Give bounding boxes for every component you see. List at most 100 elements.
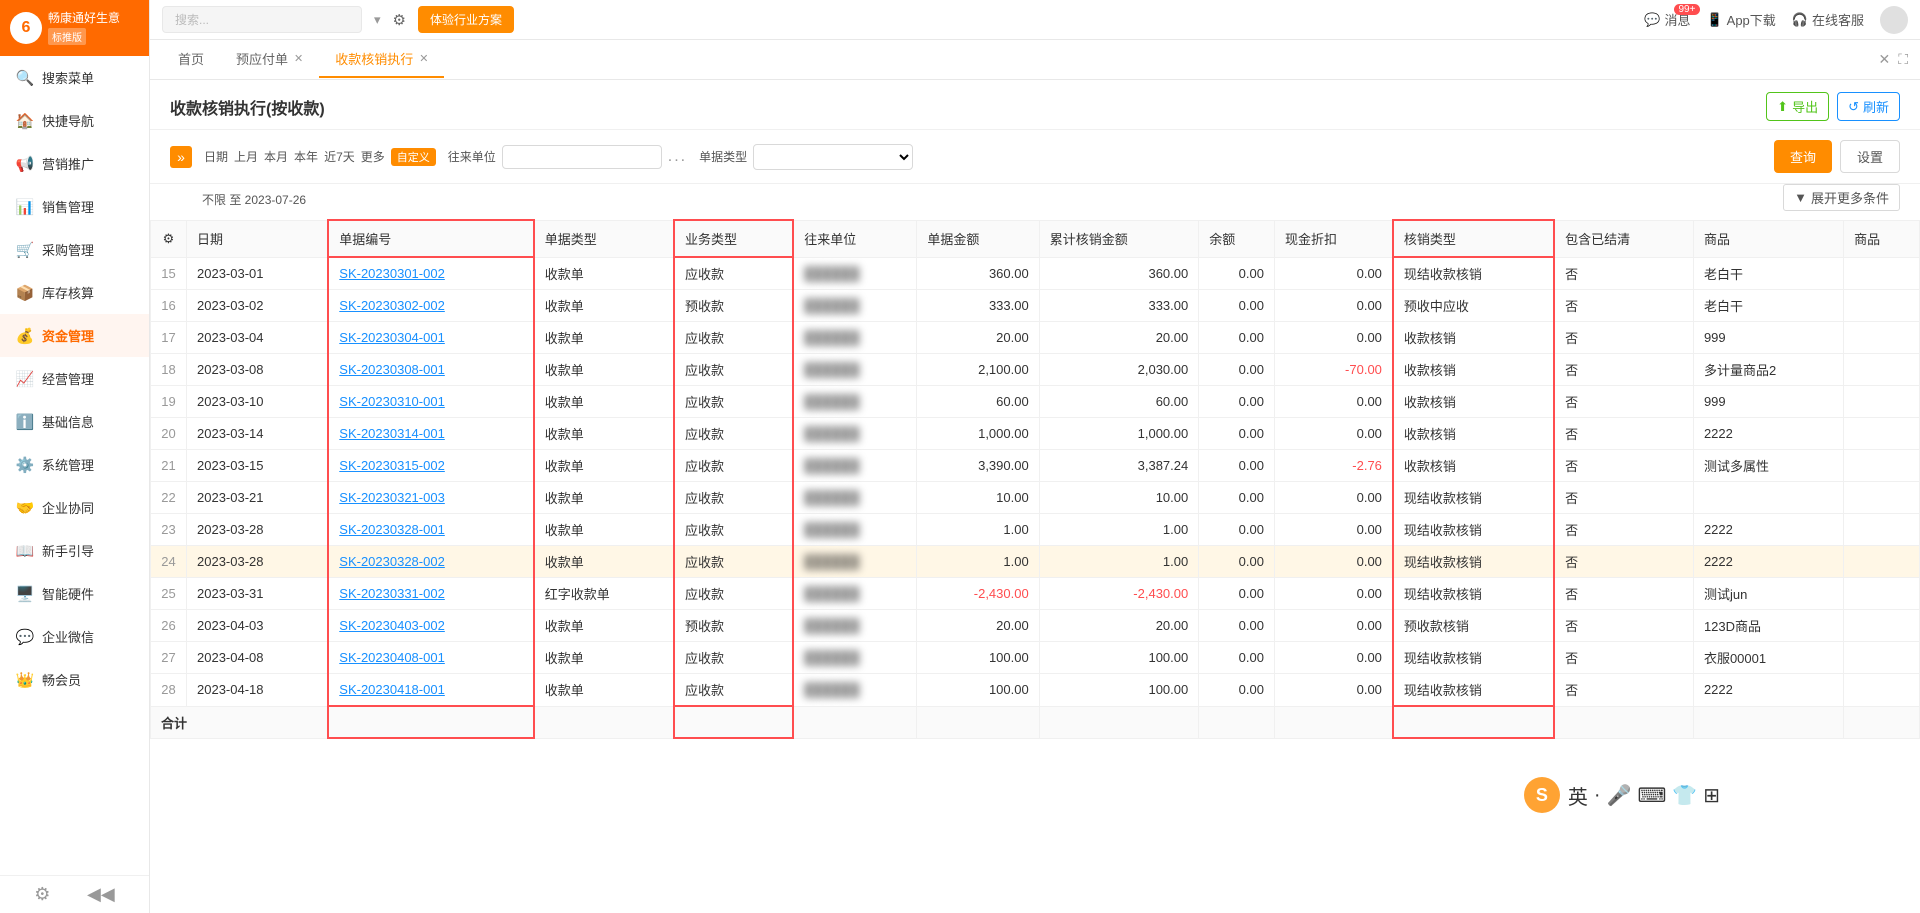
shirt-icon[interactable]: 👕 (1672, 783, 1697, 808)
bill-type-select[interactable] (753, 144, 913, 170)
collapse-icon[interactable]: ◀◀ (87, 884, 115, 905)
partner-filter: 往来单位 ... (448, 145, 687, 169)
cell-date: 2023-03-28 (187, 546, 329, 578)
column-settings-icon[interactable]: ⚙ (163, 231, 175, 246)
cell-balance: 0.00 (1199, 546, 1275, 578)
chinese-input-icon[interactable]: 英 (1568, 781, 1588, 810)
col-settings[interactable]: ⚙ (151, 220, 187, 257)
sidebar-item-8[interactable]: ℹ️ 基础信息 (0, 400, 149, 443)
tab-close-1[interactable]: ✕ (294, 52, 303, 65)
table-row: 26 2023-04-03 SK-20230403-002 收款单 预收款 ██… (151, 610, 1920, 642)
cell-goods1: 999 (1693, 322, 1843, 354)
sidebar-item-9[interactable]: ⚙️ 系统管理 (0, 443, 149, 486)
cell-balance: 0.00 (1199, 386, 1275, 418)
custom-date-button[interactable]: 自定义 (391, 148, 436, 166)
cell-amount: 1,000.00 (917, 418, 1039, 450)
sidebar-item-7[interactable]: 📈 经营管理 (0, 357, 149, 400)
last7-link[interactable]: 近7天 (324, 148, 355, 165)
cell-goods2 (1844, 450, 1920, 482)
filter-collapse-button[interactable]: » (170, 146, 192, 168)
partner-input[interactable] (502, 145, 662, 169)
sidebar-item-14[interactable]: 👑 畅会员 (0, 658, 149, 701)
sidebar-item-1[interactable]: 🏠 快捷导航 (0, 99, 149, 142)
setting-button[interactable]: 设置 (1840, 140, 1900, 173)
cell-bill-type: 收款单 (534, 257, 674, 290)
message-button[interactable]: 💬 消息 99+ (1644, 10, 1690, 29)
this-year-link[interactable]: 本年 (294, 148, 318, 165)
tab-1[interactable]: 预应付单 ✕ (220, 41, 319, 78)
order-link[interactable]: SK-20230302-002 (339, 298, 445, 313)
topbar-dropdown-arrow[interactable]: ▾ (374, 12, 381, 28)
order-link[interactable]: SK-20230301-002 (339, 266, 445, 281)
topbar-gear-icon[interactable]: ⚙ (393, 11, 406, 29)
cell-biz-type: 应收款 (674, 674, 793, 707)
keyboard-icon[interactable]: ⌨ (1637, 783, 1666, 808)
brand-s-icon: S (1524, 777, 1560, 813)
cell-amount: 20.00 (917, 322, 1039, 354)
sidebar-icon-3: 📊 (16, 198, 34, 216)
cell-biz-type: 应收款 (674, 386, 793, 418)
this-month-link[interactable]: 本月 (264, 148, 288, 165)
solution-button[interactable]: 体验行业方案 (418, 6, 514, 33)
cell-accum: 100.00 (1039, 674, 1199, 707)
cell-write-type: 收款核销 (1393, 386, 1554, 418)
cell-partner: ██████ (793, 482, 917, 514)
sidebar-icon-7: 📈 (16, 370, 34, 388)
summary-goods1 (1693, 706, 1843, 738)
sidebar: 6 畅康通好生意 标推版 🔍 搜索菜单 🏠 快捷导航 📢 营销推广 📊 销售管理… (0, 0, 150, 913)
grid-icon[interactable]: ⊞ (1703, 783, 1720, 808)
partner-name: ██████ (804, 394, 859, 409)
query-button[interactable]: 查询 (1774, 140, 1832, 173)
sidebar-icon-14: 👑 (16, 671, 34, 689)
sidebar-item-3[interactable]: 📊 销售管理 (0, 185, 149, 228)
order-link[interactable]: SK-20230304-001 (339, 330, 445, 345)
export-button[interactable]: ⬆ 导出 (1766, 92, 1829, 121)
table-row: 19 2023-03-10 SK-20230310-001 收款单 应收款 ██… (151, 386, 1920, 418)
order-link[interactable]: SK-20230408-001 (339, 650, 445, 665)
order-link[interactable]: SK-20230321-003 (339, 490, 445, 505)
refresh-button[interactable]: ↺ 刷新 (1837, 92, 1900, 121)
topbar-search[interactable]: 搜索... (162, 6, 362, 33)
order-link[interactable]: SK-20230328-002 (339, 554, 445, 569)
sidebar-item-4[interactable]: 🛒 采购管理 (0, 228, 149, 271)
cell-partner: ██████ (793, 514, 917, 546)
sidebar-item-2[interactable]: 📢 营销推广 (0, 142, 149, 185)
user-avatar[interactable] (1880, 6, 1908, 34)
sidebar-item-6[interactable]: 💰 资金管理 (0, 314, 149, 357)
more-link[interactable]: 更多 (361, 148, 385, 165)
partner-more-icon[interactable]: ... (668, 148, 687, 166)
sidebar-item-12[interactable]: 🖥️ 智能硬件 (0, 572, 149, 615)
settings-icon[interactable]: ⚙ (34, 884, 50, 905)
cell-include: 否 (1554, 546, 1693, 578)
order-link[interactable]: SK-20230315-002 (339, 458, 445, 473)
table-row: 16 2023-03-02 SK-20230302-002 收款单 预收款 ██… (151, 290, 1920, 322)
cell-goods2 (1844, 610, 1920, 642)
app-download-button[interactable]: 📱 App下载 (1706, 10, 1775, 29)
tab-2[interactable]: 收款核销执行 ✕ (319, 41, 444, 78)
sidebar-item-5[interactable]: 📦 库存核算 (0, 271, 149, 314)
last-month-link[interactable]: 上月 (234, 148, 258, 165)
order-link[interactable]: SK-20230403-002 (339, 618, 445, 633)
order-link[interactable]: SK-20230331-002 (339, 586, 445, 601)
sidebar-item-10[interactable]: 🤝 企业协同 (0, 486, 149, 529)
order-link[interactable]: SK-20230314-001 (339, 426, 445, 441)
order-link[interactable]: SK-20230328-001 (339, 522, 445, 537)
sidebar-item-11[interactable]: 📖 新手引导 (0, 529, 149, 572)
cell-include: 否 (1554, 290, 1693, 322)
mic-icon[interactable]: 🎤 (1607, 783, 1632, 808)
cell-discount: 0.00 (1274, 290, 1392, 322)
service-button[interactable]: 🎧 在线客服 (1792, 10, 1864, 29)
order-link[interactable]: SK-20230418-001 (339, 682, 445, 697)
table-row: 24 2023-03-28 SK-20230328-002 收款单 应收款 ██… (151, 546, 1920, 578)
expand-tab-icon[interactable]: ⛶ (1898, 51, 1908, 68)
cell-include: 否 (1554, 322, 1693, 354)
order-link[interactable]: SK-20230308-001 (339, 362, 445, 377)
tab-0[interactable]: 首页 (162, 41, 220, 78)
order-link[interactable]: SK-20230310-001 (339, 394, 445, 409)
tab-close-2[interactable]: ✕ (419, 52, 428, 65)
sidebar-item-13[interactable]: 💬 企业微信 (0, 615, 149, 658)
expand-more-button[interactable]: ▼ 展开更多条件 (1783, 184, 1900, 211)
cell-include: 否 (1554, 578, 1693, 610)
sidebar-item-0[interactable]: 🔍 搜索菜单 (0, 56, 149, 99)
close-tab-icon[interactable]: ✕ (1878, 51, 1890, 68)
